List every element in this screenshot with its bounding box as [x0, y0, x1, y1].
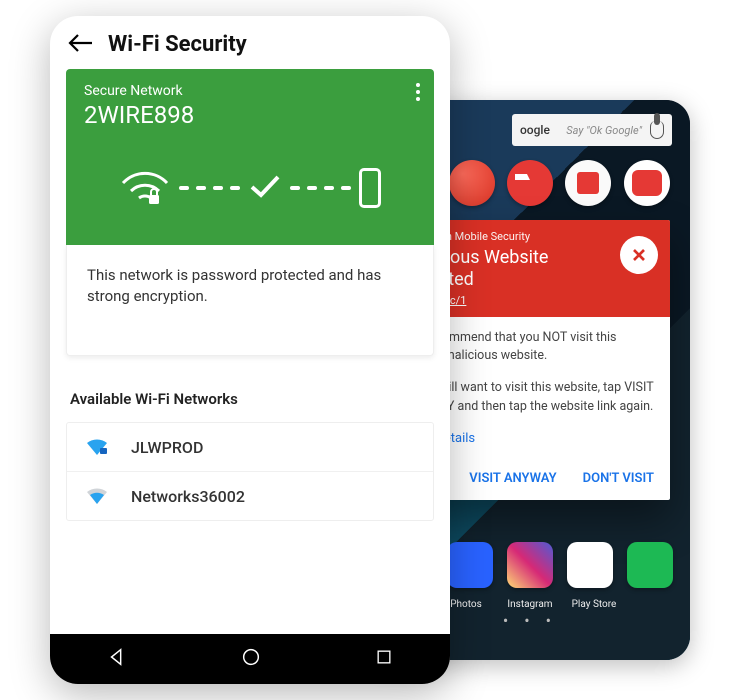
network-message: This network is password protected and h…: [87, 265, 413, 307]
phone-icon: [359, 168, 381, 208]
nav-back-icon[interactable]: [106, 646, 128, 672]
secure-network-card: Secure Network 2WIRE898: [66, 69, 434, 245]
available-networks-label: Available Wi-Fi Networks: [70, 390, 430, 408]
back-arrow-icon[interactable]: [68, 33, 94, 57]
search-brand-fragment: oogle: [520, 123, 558, 137]
nav-home-icon[interactable]: [240, 646, 262, 672]
dock-app-icon[interactable]: [567, 542, 613, 588]
dock-label: Instagram: [502, 599, 558, 610]
page-title: Wi-Fi Security: [108, 32, 247, 57]
dock-app-icon[interactable]: [627, 542, 673, 588]
visit-anyway-button[interactable]: VISIT ANYWAY: [469, 471, 556, 486]
connection-graphic: [84, 153, 416, 223]
android-nav-bar: [50, 634, 450, 684]
overflow-menu-icon[interactable]: [416, 83, 420, 101]
dock-label: [630, 599, 686, 610]
search-hint: Say "Ok Google": [566, 124, 642, 137]
wifi-row[interactable]: Networks36002: [67, 472, 433, 520]
network-status-label: Secure Network: [84, 83, 416, 99]
content-scroll[interactable]: Secure Network 2WIRE898: [50, 69, 450, 634]
wifi-icon: [85, 486, 109, 506]
app-icon[interactable]: [507, 160, 553, 206]
foreground-phone: Wi-Fi Security Secure Network 2WIRE898: [50, 16, 450, 684]
nav-recent-icon[interactable]: [374, 647, 394, 671]
google-search-bar[interactable]: oogle Say "Ok Google": [512, 114, 672, 146]
wifi-row[interactable]: JLWPROD: [67, 423, 433, 472]
dock-label: Play Store: [566, 599, 622, 610]
network-ssid: 2WIRE898: [84, 101, 416, 129]
app-icon[interactable]: [565, 160, 611, 206]
dock-app-icon[interactable]: [507, 542, 553, 588]
dont-visit-button[interactable]: DON'T VISIT: [583, 471, 654, 486]
app-icon[interactable]: [449, 160, 495, 206]
wifi-name: JLWPROD: [131, 438, 203, 457]
dock-app-icon[interactable]: [447, 542, 493, 588]
app-header: Wi-Fi Security: [50, 16, 450, 69]
close-icon[interactable]: [620, 236, 658, 274]
network-message-card: This network is password protected and h…: [66, 245, 434, 356]
check-icon: [248, 171, 282, 205]
wifi-icon: [85, 437, 109, 457]
app-icon[interactable]: [624, 160, 670, 206]
dashes-icon: [290, 186, 351, 190]
wifi-lock-icon: [119, 165, 171, 211]
wifi-list: JLWPROD Networks36002: [66, 422, 434, 521]
wifi-name: Networks36002: [131, 487, 245, 506]
dashes-icon: [179, 186, 240, 190]
mic-icon[interactable]: [650, 121, 664, 139]
